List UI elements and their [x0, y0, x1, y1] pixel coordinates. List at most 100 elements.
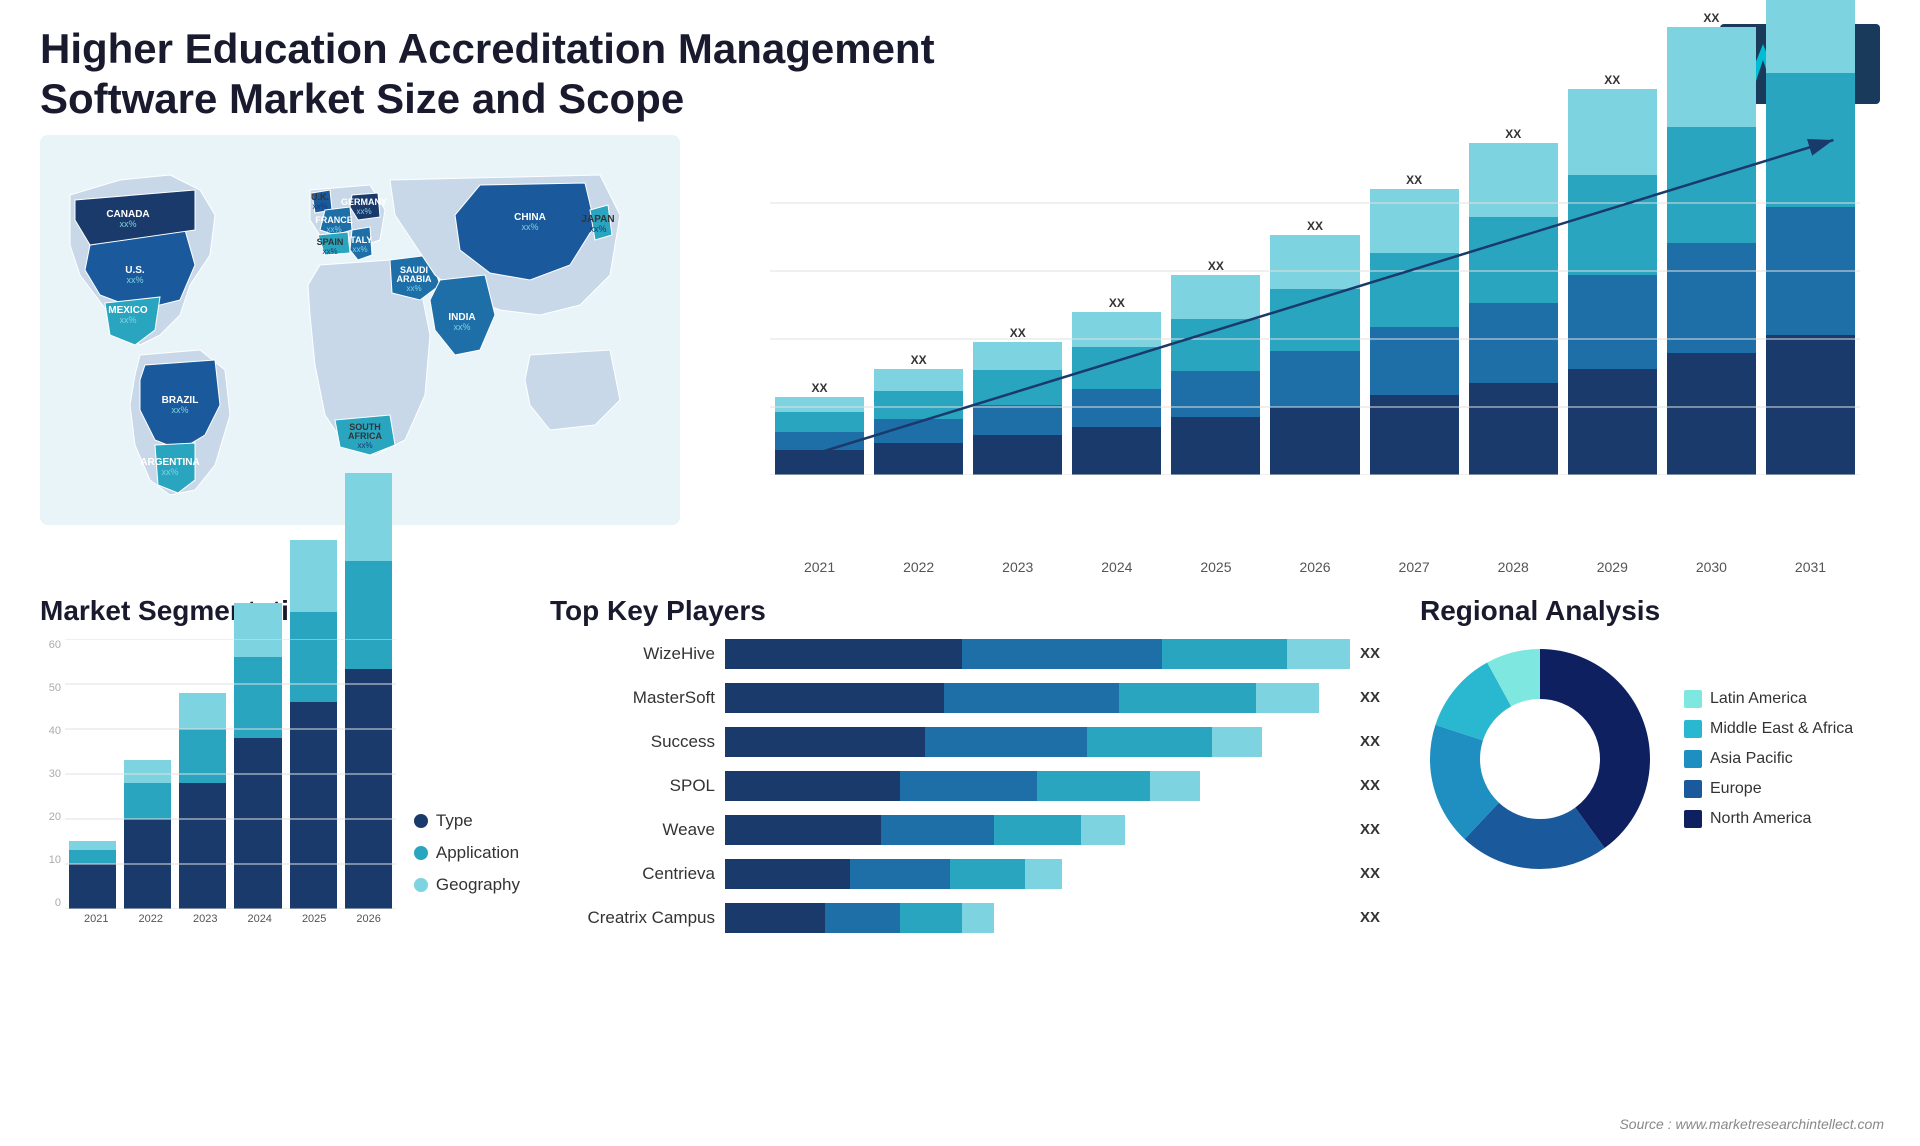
- player-seg4-centrieva: [1025, 859, 1062, 889]
- legend-type: Type: [414, 811, 520, 831]
- player-label-creatrix: XX: [1360, 909, 1380, 926]
- x-label-2022: 2022: [874, 559, 963, 575]
- player-seg1-spol: [725, 771, 900, 801]
- seg-bar-geo-2026: [345, 473, 392, 561]
- svg-text:xx%: xx%: [406, 284, 421, 293]
- player-row-weave: Weave XX: [550, 815, 1380, 845]
- seg-bars-area: [65, 639, 396, 909]
- svg-text:xx%: xx%: [357, 441, 372, 450]
- seg-x-labels: 2021 2022 2023 2024 2025 2026: [40, 913, 396, 925]
- regional-section: Regional Analysis: [1400, 595, 1920, 975]
- donut-chart: [1420, 639, 1660, 879]
- reg-label-north-america: North America: [1710, 810, 1811, 828]
- reg-color-north-america: [1684, 810, 1702, 828]
- seg-x-2023: 2023: [178, 913, 232, 925]
- seg-legend: Type Application Geography: [404, 811, 520, 925]
- legend-dot-geography: [414, 878, 428, 892]
- y-0: 0: [40, 897, 61, 909]
- player-seg1-success: [725, 727, 925, 757]
- page-title: Higher Education Accreditation Managemen…: [40, 24, 940, 125]
- x-label-2028: 2028: [1469, 559, 1558, 575]
- svg-text:xx%: xx%: [322, 247, 337, 256]
- svg-text:SPAIN: SPAIN: [317, 237, 344, 247]
- x-axis-labels: 2021 2022 2023 2024 2025 2026 2027 2028 …: [770, 559, 1860, 575]
- reg-legend-asia: Asia Pacific: [1684, 750, 1853, 768]
- player-row-mastersoft: MasterSoft XX: [550, 683, 1380, 713]
- seg-x-2022: 2022: [123, 913, 177, 925]
- player-seg3-success: [1087, 727, 1212, 757]
- seg-x-2021: 2021: [69, 913, 123, 925]
- x-label-2026: 2026: [1270, 559, 1359, 575]
- y-10: 10: [40, 854, 61, 866]
- seg-x-2025: 2025: [287, 913, 341, 925]
- player-name-spol: SPOL: [550, 776, 715, 796]
- y-40: 40: [40, 725, 61, 737]
- reg-color-europe: [1684, 780, 1702, 798]
- player-row-centrieva: Centrieva XX: [550, 859, 1380, 889]
- player-seg1-weave: [725, 815, 881, 845]
- donut-center: [1482, 701, 1598, 817]
- player-label-wizehive: XX: [1360, 645, 1380, 662]
- legend-geography: Geography: [414, 875, 520, 895]
- reg-legend-mea: Middle East & Africa: [1684, 720, 1853, 738]
- player-label-spol: XX: [1360, 777, 1380, 794]
- seg-y-axis: 60 50 40 30 20 10 0: [40, 639, 65, 909]
- legend-label-type: Type: [436, 811, 473, 831]
- player-name-success: Success: [550, 732, 715, 752]
- player-seg4-creatrix: [962, 903, 993, 933]
- player-seg1-wizehive: [725, 639, 962, 669]
- y-50: 50: [40, 682, 61, 694]
- legend-dot-application: [414, 846, 428, 860]
- player-bar-spol: [725, 771, 1350, 801]
- player-seg3-wizehive: [1162, 639, 1287, 669]
- svg-text:xx%: xx%: [126, 275, 143, 285]
- player-seg1-mastersoft: [725, 683, 944, 713]
- y-axis: [740, 135, 770, 475]
- player-seg2-mastersoft: [944, 683, 1119, 713]
- reg-label-europe: Europe: [1710, 780, 1762, 798]
- x-label-2029: 2029: [1568, 559, 1657, 575]
- players-list: WizeHive XX MasterSoft XX: [550, 639, 1380, 933]
- player-name-mastersoft: MasterSoft: [550, 688, 715, 708]
- player-seg2-success: [925, 727, 1087, 757]
- svg-text:ITALY: ITALY: [348, 235, 373, 245]
- player-bar-centrieva: [725, 859, 1350, 889]
- player-seg4-mastersoft: [1256, 683, 1318, 713]
- svg-text:AFRICA: AFRICA: [348, 431, 382, 441]
- player-seg2-wizehive: [962, 639, 1162, 669]
- player-row-spol: SPOL XX: [550, 771, 1380, 801]
- bar-value-2030: XX: [1703, 11, 1719, 25]
- player-row-success: Success XX: [550, 727, 1380, 757]
- player-seg2-spol: [900, 771, 1037, 801]
- y-30: 30: [40, 768, 61, 780]
- player-seg3-centrieva: [950, 859, 1025, 889]
- chart-area: XX XX: [770, 135, 1860, 515]
- player-name-wizehive: WizeHive: [550, 644, 715, 664]
- player-label-centrieva: XX: [1360, 865, 1380, 882]
- player-bar-success: [725, 727, 1350, 757]
- reg-label-latin: Latin America: [1710, 690, 1807, 708]
- segmentation-chart: 60 50 40 30 20 10 0: [40, 639, 520, 925]
- player-seg1-centrieva: [725, 859, 850, 889]
- y-20: 20: [40, 811, 61, 823]
- svg-text:U.K.: U.K.: [311, 192, 329, 202]
- legend-application: Application: [414, 843, 520, 863]
- player-seg2-centrieva: [850, 859, 950, 889]
- reg-legend-north-america: North America: [1684, 810, 1853, 828]
- bar-value-2029: XX: [1604, 73, 1620, 87]
- player-seg2-creatrix: [825, 903, 900, 933]
- seg-bar-geo-2025: [290, 540, 337, 612]
- segmentation-section: Market Segmentation 60 50 40 30 20 10 0: [40, 595, 530, 975]
- bar-seg4-2030: [1667, 27, 1756, 127]
- world-map: CANADA xx% U.S. xx% MEXICO xx% BRAZIL xx…: [40, 135, 680, 525]
- svg-text:FRANCE: FRANCE: [315, 215, 353, 225]
- reg-label-mea: Middle East & Africa: [1710, 720, 1853, 738]
- reg-color-latin: [1684, 690, 1702, 708]
- player-label-success: XX: [1360, 733, 1380, 750]
- x-label-2027: 2027: [1370, 559, 1459, 575]
- svg-text:xx%: xx%: [119, 315, 136, 325]
- player-seg4-wizehive: [1287, 639, 1349, 669]
- svg-text:xx%: xx%: [589, 224, 606, 234]
- player-seg3-spol: [1037, 771, 1149, 801]
- x-label-2023: 2023: [973, 559, 1062, 575]
